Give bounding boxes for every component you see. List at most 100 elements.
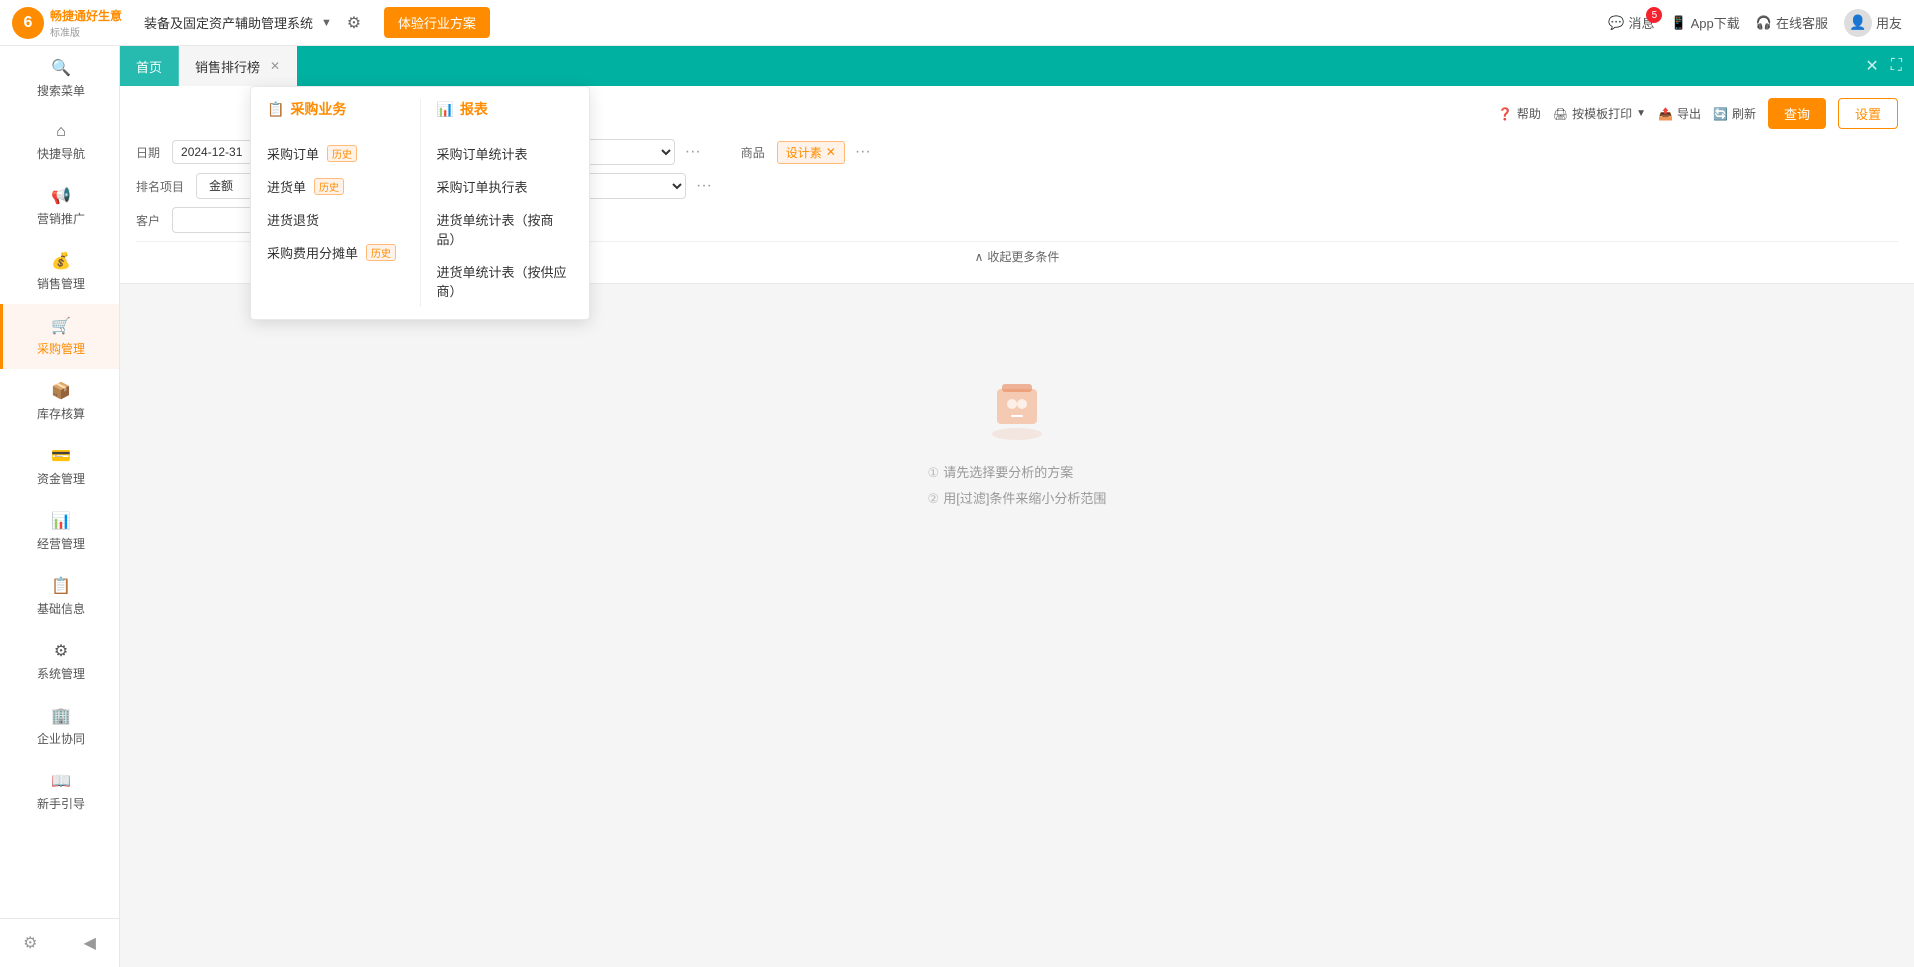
- avatar: 👤: [1844, 9, 1872, 37]
- dropdown-item-expense[interactable]: 采购费用分摊单 历史: [267, 236, 404, 269]
- messages-btn[interactable]: 💬 消息 5: [1608, 13, 1654, 32]
- goods-wrapper: 设计素 ✕ ···: [777, 141, 875, 164]
- goods-tag: 设计素 ✕: [777, 141, 845, 164]
- online-service-btn[interactable]: 🎧 在线客服: [1756, 13, 1828, 32]
- finance-icon: 💳: [51, 446, 71, 466]
- dropdown-item-return[interactable]: 进货退货: [267, 203, 404, 236]
- settings-button[interactable]: 设置: [1838, 98, 1898, 129]
- print-icon: 🖨: [1553, 107, 1568, 121]
- app-download-btn[interactable]: 📱 App下载: [1670, 13, 1739, 32]
- sidebar-item-guide[interactable]: 📖 新手引导: [0, 759, 119, 824]
- sidebar-item-search[interactable]: 🔍 搜索菜单: [0, 46, 119, 111]
- sidebar-item-marketing[interactable]: 📢 营销推广: [0, 174, 119, 239]
- sidebar-item-enterprise[interactable]: 🏢 企业协同: [0, 694, 119, 759]
- report-section-icon: 📊: [437, 101, 454, 118]
- sales-icon: 💰: [51, 251, 71, 271]
- purchase-icon: 🛒: [51, 316, 71, 336]
- phone-icon: 📱: [1670, 15, 1686, 31]
- dropdown-report-col: 📊 报表 采购订单统计表 采购订单执行表 进货单统计表（按商品） 进货单统计表（…: [420, 99, 590, 307]
- query-button[interactable]: 查询: [1768, 98, 1826, 129]
- dropdown-menu: 📋 采购业务 采购订单 历史 进货单 历史 进货退货: [250, 86, 590, 320]
- empty-illustration: [977, 364, 1057, 444]
- goods-more-btn[interactable]: ···: [851, 143, 875, 161]
- dropdown-item-purchase-stat[interactable]: 采购订单统计表: [437, 137, 574, 170]
- refresh-btn[interactable]: 🔄 刷新: [1713, 105, 1756, 122]
- date-label: 日期: [136, 144, 160, 161]
- message-icon: 💬: [1608, 15, 1624, 31]
- industry-button[interactable]: 体验行业方案: [384, 7, 490, 38]
- goods-label: 商品: [741, 144, 765, 161]
- tab-bar-right: ✕ ⛶: [1861, 52, 1914, 80]
- home-tab-label: 首页: [136, 57, 162, 76]
- sidebar-item-sales[interactable]: 💰 销售管理: [0, 239, 119, 304]
- tab-home[interactable]: 首页: [120, 46, 179, 86]
- system-title-area: 装备及固定资产辅助管理系统 ▼ ⚙ 体验行业方案: [144, 7, 1608, 38]
- logo-area: 6 畅捷通好生意 标准版: [12, 7, 132, 39]
- help-btn[interactable]: ❓ 帮助: [1498, 105, 1541, 122]
- rank-label: 排名项目: [136, 178, 184, 195]
- dropdown-item-purchase-exec[interactable]: 采购订单执行表: [437, 170, 574, 203]
- sidebar: 🔍 搜索菜单 ⌂ 快捷导航 📢 营销推广 💰 销售管理 🛒 采购管理 📦 库存核…: [0, 46, 120, 967]
- tab-sales-rank[interactable]: 销售排行榜 ✕: [179, 46, 297, 86]
- hist-badge-expense: 历史: [366, 244, 396, 261]
- collapse-up-icon: ∧: [975, 250, 984, 264]
- sidebar-item-finance[interactable]: 💳 资金管理: [0, 434, 119, 499]
- logo-text: 畅捷通好生意 标准版: [50, 7, 122, 39]
- operation-icon: 📊: [51, 511, 71, 531]
- tab-bar-close-btn[interactable]: ✕: [1861, 52, 1882, 80]
- sidebar-item-inventory[interactable]: 📦 库存核算: [0, 369, 119, 434]
- marketing-icon: 📢: [51, 186, 71, 206]
- sidebar-settings-btn[interactable]: ⚙: [15, 929, 45, 957]
- search-icon: 🔍: [51, 58, 71, 78]
- goods-tag-close[interactable]: ✕: [826, 145, 836, 159]
- print-dropdown-icon[interactable]: ▼: [1636, 108, 1646, 119]
- logo-icon: 6: [12, 7, 44, 39]
- dropdown-item-purchase-order[interactable]: 采购订单 历史: [267, 137, 404, 170]
- tab-bar-maximize-btn[interactable]: ⛶: [1887, 53, 1906, 79]
- empty-state: ①请先选择要分析的方案 ②用[过滤]条件来缩小分析范围: [120, 284, 1914, 592]
- tab-bar: 首页 销售排行榜 ✕ ✕ ⛶: [120, 46, 1914, 86]
- sidebar-collapse-btn[interactable]: ◀: [76, 929, 104, 957]
- headset-icon: 🎧: [1756, 15, 1772, 31]
- print-btn[interactable]: 🖨 按模板打印 ▼: [1553, 105, 1646, 122]
- settings-icon-btn[interactable]: ⚙: [340, 9, 368, 37]
- empty-tips: ①请先选择要分析的方案 ②用[过滤]条件来缩小分析范围: [928, 460, 1107, 512]
- doc-status-more-btn[interactable]: ···: [681, 143, 705, 161]
- sidebar-item-home[interactable]: ⌂ 快捷导航: [0, 111, 119, 174]
- tab-close-icon[interactable]: ✕: [270, 59, 280, 73]
- enterprise-icon: 🏢: [51, 706, 71, 726]
- sidebar-item-basic[interactable]: 📋 基础信息: [0, 564, 119, 629]
- sidebar-item-operation[interactable]: 📊 经营管理: [0, 499, 119, 564]
- refresh-icon: 🔄: [1713, 107, 1728, 121]
- help-icon: ❓: [1498, 107, 1513, 121]
- main-layout: 🔍 搜索菜单 ⌂ 快捷导航 📢 营销推广 💰 销售管理 🛒 采购管理 📦 库存核…: [0, 46, 1914, 967]
- system-title-text: 装备及固定资产辅助管理系统: [144, 13, 313, 32]
- dropdown-item-inbound[interactable]: 进货单 历史: [267, 170, 404, 203]
- dropdown-item-inbound-stat-goods[interactable]: 进货单统计表（按商品）: [437, 203, 574, 255]
- guide-icon: 📖: [51, 771, 71, 791]
- dropdown-columns: 📋 采购业务 采购订单 历史 进货单 历史 进货退货: [251, 99, 589, 307]
- top-bar: 6 畅捷通好生意 标准版 装备及固定资产辅助管理系统 ▼ ⚙ 体验行业方案 💬 …: [0, 0, 1914, 46]
- message-badge: 5: [1646, 7, 1662, 23]
- dropdown-report-header: 📊 报表: [437, 99, 574, 125]
- purchase-section-icon: 📋: [267, 101, 284, 118]
- system-title-dropdown[interactable]: ▼: [321, 17, 332, 29]
- sidebar-bottom: ⚙ ◀: [0, 918, 119, 967]
- dropdown-purchase-header: 📋 采购业务: [267, 99, 404, 125]
- dropdown-item-inbound-stat-supplier[interactable]: 进货单统计表（按供应商）: [437, 255, 574, 307]
- sidebar-item-purchase[interactable]: 🛒 采购管理: [0, 304, 119, 369]
- user-btn[interactable]: 👤 用友: [1844, 9, 1902, 37]
- home-icon: ⌂: [56, 123, 66, 141]
- inventory-icon: 📦: [51, 381, 71, 401]
- export-btn[interactable]: 📤 导出: [1658, 105, 1701, 122]
- customer-label: 客户: [136, 212, 160, 229]
- system-icon: ⚙: [54, 641, 68, 661]
- sales-rank-tab-label: 销售排行榜: [195, 57, 260, 76]
- content-area: 首页 销售排行榜 ✕ ✕ ⛶ ❓ 帮助: [120, 46, 1914, 967]
- salesman-more-btn[interactable]: ···: [692, 177, 716, 195]
- export-icon: 📤: [1658, 107, 1673, 121]
- basic-icon: 📋: [51, 576, 71, 596]
- sidebar-item-system[interactable]: ⚙ 系统管理: [0, 629, 119, 694]
- hist-badge-purchase-order: 历史: [327, 145, 357, 162]
- hist-badge-inbound: 历史: [314, 178, 344, 195]
